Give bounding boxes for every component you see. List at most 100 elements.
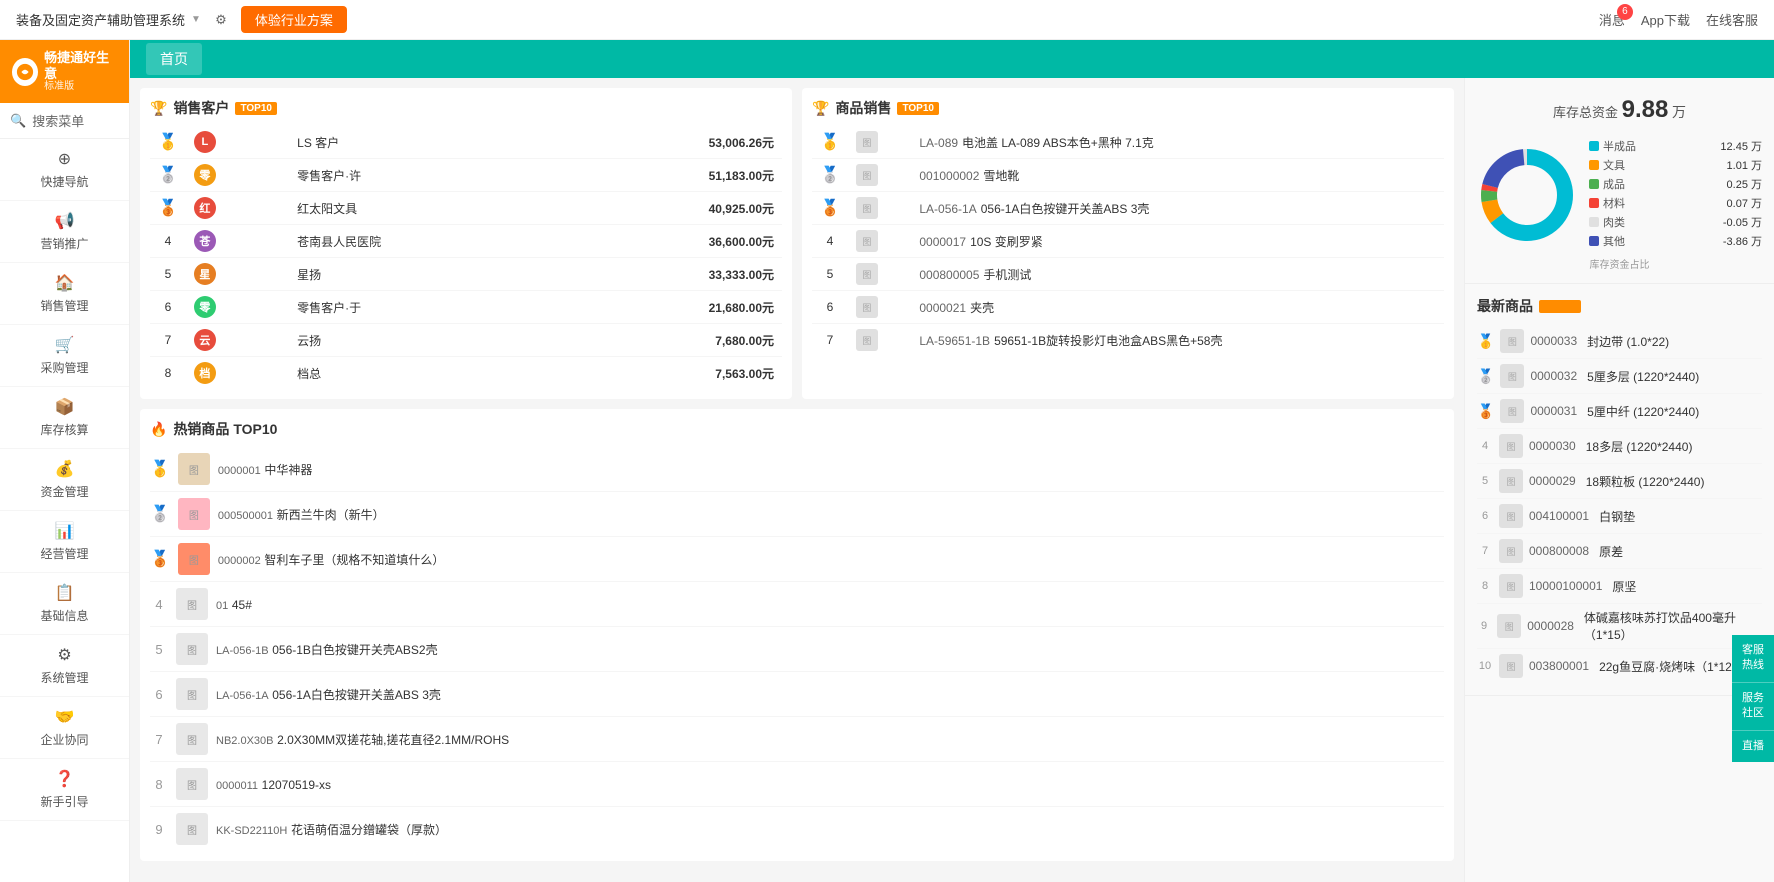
layout: 畅捷通好生意 标准版 🔍 搜索菜单 ⊕ 快捷导航 📢 营销推广 🏠 销售管理 🛒… [0, 40, 1774, 882]
list-item: 10 图 003800001 22g鱼豆腐·烧烤味（1*12*20） [1477, 649, 1762, 683]
logo-line1: 畅捷通好生意 [44, 50, 117, 81]
selling-table: 🥇 图 LA-089电池盖 LA-089 ABS本色+黑种 7.1克 🥈 图 0… [812, 126, 1444, 356]
new-products-title: 最新商品 [1477, 296, 1533, 316]
list-item: 🥉 图 0000002 智利车子里（规格不知道填什么） [150, 537, 1444, 582]
search-label: 搜索菜单 [32, 111, 84, 130]
sales-icon: 🏠 [55, 273, 75, 293]
sidebar-item-finance[interactable]: 💰 资金管理 [0, 449, 129, 511]
nav-item-home-label: 首页 [160, 51, 188, 67]
table-row: 7 图 LA-59651-1B59651-1B旋转投影灯电池盒ABS黑色+58壳 [812, 324, 1444, 357]
sidebar-item-label: 快捷导航 [40, 173, 88, 190]
legend-item: 文具 1.01 万 [1589, 157, 1762, 173]
top-customers-card: 🏆 销售客户 TOP10 🥇 L LS 客户 53,006.26元 🥈 零 零售… [140, 88, 792, 399]
app-download-button[interactable]: App下载 [1641, 10, 1690, 29]
table-row: 6 零 零售客户·于 21,680.00元 [150, 291, 782, 324]
trial-button[interactable]: 体验行业方案 [241, 6, 347, 33]
main-nav: 首页 [130, 40, 1774, 78]
logo-icon [12, 58, 38, 86]
table-row: 🥇 L LS 客户 53,006.26元 [150, 126, 782, 159]
sidebar-item-label: 资金管理 [40, 483, 88, 500]
online-service-button[interactable]: 在线客服 [1706, 10, 1758, 29]
table-row: 5 星 星扬 33,333.00元 [150, 258, 782, 291]
community-button[interactable]: 服务社区 [1732, 683, 1774, 731]
top-badge2: TOP10 [897, 102, 939, 115]
inventory-unit: 万 [1672, 104, 1686, 120]
list-item: 4 图 01 45# [150, 582, 1444, 627]
basic-icon: 📋 [55, 583, 75, 603]
list-item: 8 图 0000011 12070519-xs [150, 762, 1444, 807]
top-selling-products-card: 🏆 商品销售 TOP10 🥇 图 LA-089电池盖 LA-089 ABS本色+… [802, 88, 1454, 399]
system-icon: ⚙ [57, 645, 71, 665]
live-button[interactable]: 直播 [1732, 731, 1774, 762]
float-buttons: 客服热线 服务社区 直播 [1732, 635, 1774, 762]
guide-icon: ❓ [55, 769, 75, 789]
main-content: 首页 🏆 销售客户 TOP10 🥇 [130, 40, 1774, 882]
sidebar-item-business[interactable]: 📊 经营管理 [0, 511, 129, 573]
legend-item: 材料 0.07 万 [1589, 195, 1762, 211]
customer-service-button[interactable]: 客服热线 [1732, 635, 1774, 683]
sidebar-item-label: 系统管理 [40, 669, 88, 686]
right-panel: 库存总资金 9.88 万 [1464, 78, 1774, 882]
list-item: 8 图 10000100001 原坚 [1477, 569, 1762, 604]
system-selector[interactable]: 装备及固定资产辅助管理系统 ▼ [16, 10, 201, 29]
trophy-icon: 🏆 [150, 100, 167, 117]
gear-button[interactable]: ⚙ [209, 8, 233, 32]
left-panel: 🏆 销售客户 TOP10 🥇 L LS 客户 53,006.26元 🥈 零 零售… [130, 78, 1464, 882]
hot-products-label: 热销商品 TOP10 [173, 419, 277, 439]
sidebar-item-label: 基础信息 [40, 607, 88, 624]
donut-svg [1477, 145, 1577, 245]
table-row: 🥉 红 红太阳文具 40,925.00元 [150, 192, 782, 225]
donut-chart [1477, 145, 1577, 245]
list-item: 🥈 图 000500001 新西兰牛肉（新牛） [150, 492, 1444, 537]
new-products-section: 最新商品 TOP10 🥇 图 0000033 封边带 (1.0*22) 🥈 图 … [1465, 284, 1774, 696]
sidebar-item-marketing[interactable]: 📢 营销推广 [0, 201, 129, 263]
top-badge: TOP10 [235, 102, 277, 115]
legend-item: 其他 -3.86 万 [1589, 233, 1762, 249]
list-item: 9 图 0000028 体碱嘉核味苏打饮品400毫升（1*15） [1477, 604, 1762, 649]
search-icon: 🔍 [10, 113, 26, 129]
list-item: 🥇 图 0000033 封边带 (1.0*22) [1477, 324, 1762, 359]
sidebar-item-label: 采购管理 [40, 359, 88, 376]
sidebar-item-sales[interactable]: 🏠 销售管理 [0, 263, 129, 325]
top-bar-right: 消息 6 App下载 在线客服 [1599, 10, 1758, 29]
inventory-total: 库存总资金 9.88 万 [1477, 90, 1762, 134]
list-item: 4 图 0000030 18多层 (1220*2440) [1477, 429, 1762, 464]
table-row: 🥈 零 零售客户·许 51,183.00元 [150, 159, 782, 192]
top-bar: 装备及固定资产辅助管理系统 ▼ ⚙ 体验行业方案 消息 6 App下载 在线客服 [0, 0, 1774, 40]
search-menu-button[interactable]: 🔍 搜索菜单 [0, 103, 129, 139]
sidebar-item-inventory[interactable]: 📦 库存核算 [0, 387, 129, 449]
inventory-title-label: 库存总资金 [1553, 105, 1618, 120]
hot-icon: 🔥 [150, 421, 167, 438]
hot-products-card: 🔥 热销商品 TOP10 🥇 图 0000001 中华神器 🥈 图 000500… [140, 409, 1454, 861]
sidebar-item-label: 经营管理 [40, 545, 88, 562]
message-badge: 6 [1617, 4, 1633, 20]
chevron-down-icon: ▼ [191, 14, 201, 25]
trophy2-icon: 🏆 [812, 100, 829, 117]
list-item: 7 图 000800008 原差 [1477, 534, 1762, 569]
sidebar-item-quick-nav[interactable]: ⊕ 快捷导航 [0, 139, 129, 201]
legend-item: 半成品 12.45 万 [1589, 138, 1762, 154]
sidebar-item-enterprise[interactable]: 🤝 企业协同 [0, 697, 129, 759]
list-item: 🥇 图 0000001 中华神器 [150, 447, 1444, 492]
sidebar-item-system[interactable]: ⚙ 系统管理 [0, 635, 129, 697]
inventory-summary-section: 库存总资金 9.88 万 [1465, 78, 1774, 284]
sidebar-item-label: 销售管理 [40, 297, 88, 314]
table-row: 🥉 图 LA-056-1A056-1A白色按键开关盖ABS 3壳 [812, 192, 1444, 225]
chart-legend: 半成品 12.45 万 文具 1.01 万 成品 0.25 万 材料 0.07 … [1589, 138, 1762, 252]
top-customers-list: 🥇 L LS 客户 53,006.26元 🥈 零 零售客户·许 51,183.0… [150, 126, 782, 389]
list-item: 6 图 LA-056-1A 056-1A白色按键开关盖ABS 3壳 [150, 672, 1444, 717]
sidebar-item-label: 企业协同 [40, 731, 88, 748]
sidebar-item-basic[interactable]: 📋 基础信息 [0, 573, 129, 635]
table-row: 4 苍 苍南县人民医院 36,600.00元 [150, 225, 782, 258]
sidebar-item-label: 新手引导 [40, 793, 88, 810]
legend-item: 肉类 -0.05 万 [1589, 214, 1762, 230]
nav-item-home[interactable]: 首页 [146, 43, 202, 75]
sidebar-item-guide[interactable]: ❓ 新手引导 [0, 759, 129, 821]
customers-table: 🥇 L LS 客户 53,006.26元 🥈 零 零售客户·许 51,183.0… [150, 126, 782, 389]
legend-item: 成品 0.25 万 [1589, 176, 1762, 192]
system-name: 装备及固定资产辅助管理系统 [16, 10, 185, 29]
table-row: 8 档 档总 7,563.00元 [150, 357, 782, 390]
sidebar-item-purchase[interactable]: 🛒 采购管理 [0, 325, 129, 387]
sidebar-item-label: 库存核算 [40, 421, 88, 438]
message-button[interactable]: 消息 6 [1599, 10, 1625, 29]
